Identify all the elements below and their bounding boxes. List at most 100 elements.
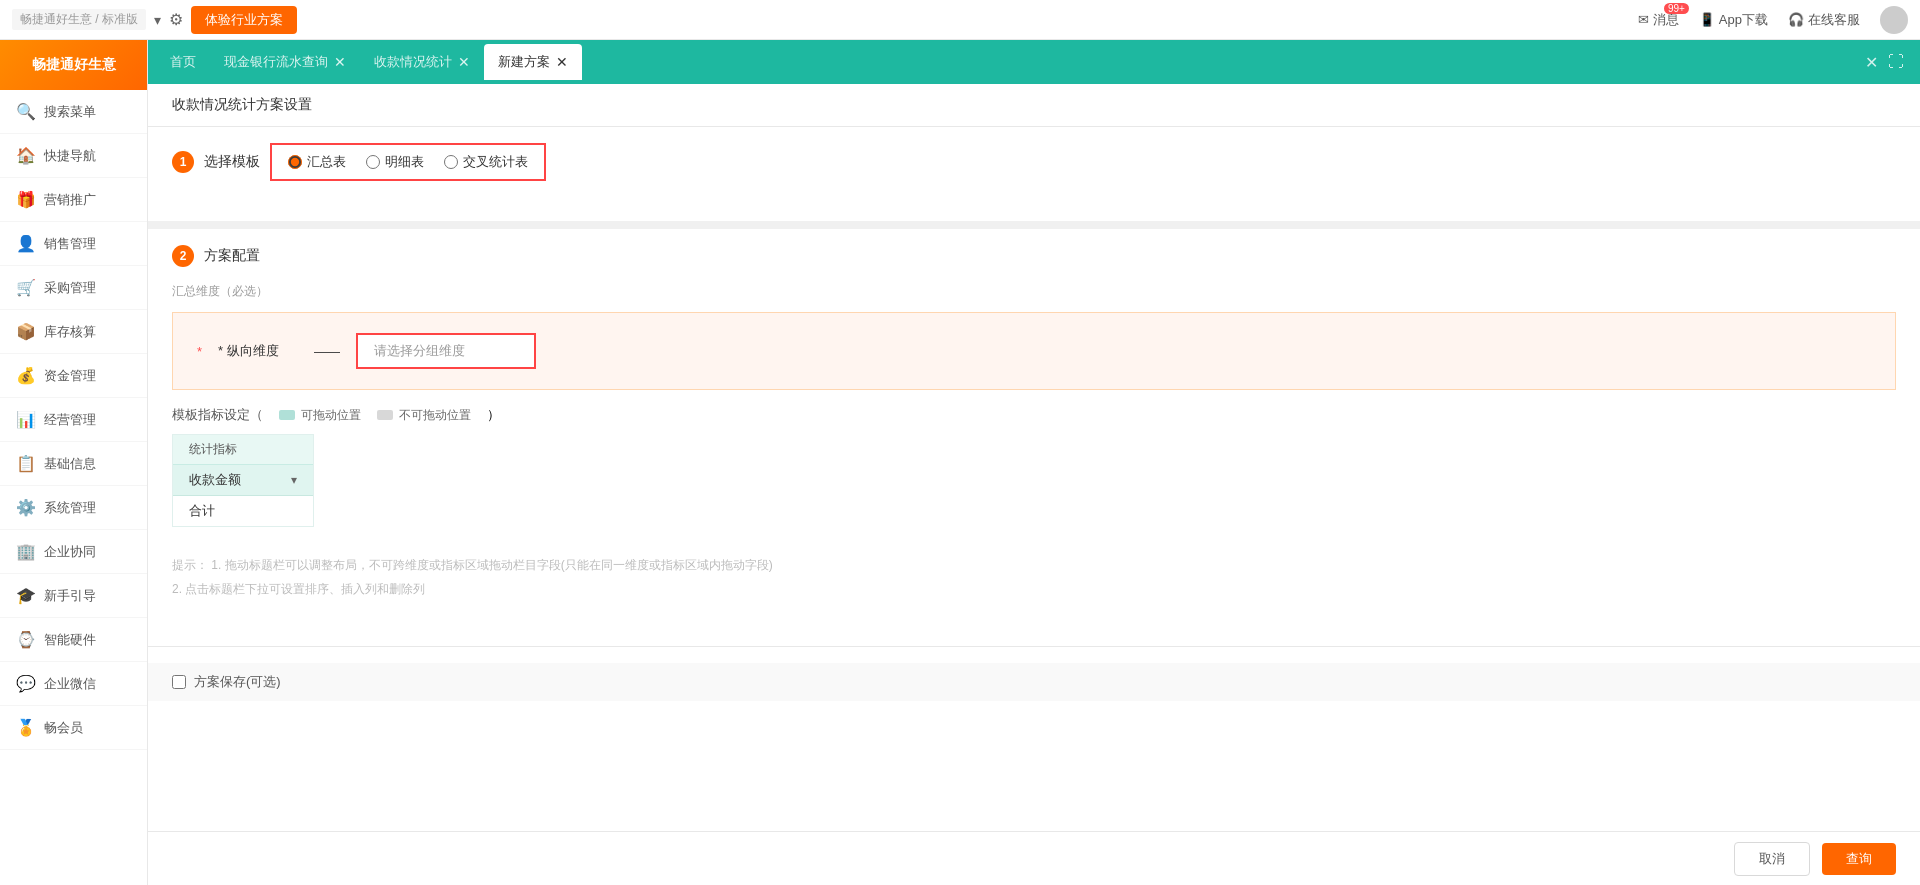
sidebar-item-newbie[interactable]: 🎓 新手引导 — [0, 574, 147, 618]
step2-header: 2 方案配置 — [172, 245, 1896, 267]
header-left: 畅捷通好生意 / 标准版 ▾ ⚙ 体验行业方案 — [12, 6, 1638, 34]
cancel-button[interactable]: 取消 — [1734, 842, 1810, 876]
non-draggable-indicator: 不可拖动位置 — [377, 407, 471, 424]
window-maximize-icon[interactable]: ⛶ — [1888, 53, 1904, 72]
template-radio-group: 汇总表 明细表 交叉统计表 — [270, 143, 546, 181]
sidebar-item-label: 基础信息 — [44, 455, 96, 473]
user-icon: 👤 — [16, 234, 36, 253]
gear-icon: ⚙️ — [16, 498, 36, 517]
radio-summary-input[interactable] — [288, 155, 302, 169]
window-close-icon[interactable]: ✕ — [1865, 53, 1878, 72]
breadcrumb-dropdown-icon[interactable]: ▾ — [154, 12, 161, 28]
column-header-row[interactable]: 收款金额 ▾ — [173, 465, 313, 496]
sidebar-item-smart-hw[interactable]: ⌚ 智能硬件 — [0, 618, 147, 662]
trial-button[interactable]: 体验行业方案 — [191, 6, 297, 34]
sidebar-item-finance[interactable]: 💰 资金管理 — [0, 354, 147, 398]
stats-label: 统计指标 — [173, 435, 313, 465]
sidebar-item-member[interactable]: 🏅 畅会员 — [0, 706, 147, 750]
sidebar-item-operations[interactable]: 📊 经营管理 — [0, 398, 147, 442]
download-btn[interactable]: 📱 App下载 — [1699, 11, 1768, 29]
chart-icon: 📊 — [16, 410, 36, 429]
tab-cashflow-close[interactable]: ✕ — [334, 55, 346, 69]
query-button[interactable]: 查询 — [1822, 843, 1896, 875]
sidebar-item-label: 采购管理 — [44, 279, 96, 297]
sidebar-item-enterprise[interactable]: 🏢 企业协同 — [0, 530, 147, 574]
dimension-group-title: 汇总维度（必选） — [172, 283, 1896, 300]
sidebar-item-purchase[interactable]: 🛒 采购管理 — [0, 266, 147, 310]
step1-section: 1 选择模板 汇总表 明细表 — [148, 127, 1920, 213]
tab-new-plan[interactable]: 新建方案 ✕ — [484, 44, 582, 80]
chat-icon: 💬 — [16, 674, 36, 693]
window-controls: ✕ ⛶ — [1865, 53, 1912, 72]
gift-icon: 🎁 — [16, 190, 36, 209]
tab-new-plan-close[interactable]: ✕ — [556, 55, 568, 69]
dimension-area: * * 纵向维度 —— 请选择分组维度 — [172, 312, 1896, 390]
sidebar: 畅捷通好生意 🔍 搜索菜单 🏠 快捷导航 🎁 营销推广 👤 销售管理 🛒 采购管… — [0, 40, 148, 885]
sidebar-item-inventory[interactable]: 📦 库存核算 — [0, 310, 147, 354]
sidebar-item-label: 库存核算 — [44, 323, 96, 341]
sidebar-item-label: 资金管理 — [44, 367, 96, 385]
service-btn[interactable]: 🎧 在线客服 — [1788, 11, 1860, 29]
sidebar-item-basic-info[interactable]: 📋 基础信息 — [0, 442, 147, 486]
tab-receipts[interactable]: 收款情况统计 ✕ — [360, 44, 484, 80]
metrics-header-row: 模板指标设定（ 可拖动位置 不可拖动位置 ） — [172, 406, 1896, 424]
metrics-table: 统计指标 收款金额 ▾ 合计 — [172, 434, 314, 527]
sidebar-item-label: 畅会员 — [44, 719, 83, 737]
sidebar-item-quick-nav[interactable]: 🏠 快捷导航 — [0, 134, 147, 178]
header-right: ✉ 消息 99+ 📱 App下载 🎧 在线客服 — [1638, 6, 1908, 34]
dimension-name-label: * 纵向维度 — [218, 342, 298, 360]
sidebar-item-label: 新手引导 — [44, 587, 96, 605]
tab-receipts-close[interactable]: ✕ — [458, 55, 470, 69]
settings-icon[interactable]: ⚙ — [169, 10, 183, 29]
service-icon: 🎧 — [1788, 12, 1804, 27]
step2-badge: 2 — [172, 245, 194, 267]
sidebar-item-system[interactable]: ⚙️ 系统管理 — [0, 486, 147, 530]
page-title: 收款情况统计方案设置 — [148, 84, 1920, 127]
save-checkbox[interactable] — [172, 675, 186, 689]
page-content: 收款情况统计方案设置 1 选择模板 汇总表 — [148, 84, 1920, 831]
dimension-arrow: —— — [314, 344, 340, 359]
tab-cashflow[interactable]: 现金银行流水查询 ✕ — [210, 44, 360, 80]
radio-detail-input[interactable] — [366, 155, 380, 169]
sidebar-item-sales[interactable]: 👤 销售管理 — [0, 222, 147, 266]
save-label: 方案保存(可选) — [194, 673, 281, 691]
radio-detail-label: 明细表 — [385, 153, 424, 171]
metrics-title: 模板指标设定（ — [172, 406, 263, 424]
radio-crosstab[interactable]: 交叉统计表 — [444, 153, 528, 171]
download-icon: 📱 — [1699, 12, 1715, 27]
sidebar-item-label: 营销推广 — [44, 191, 96, 209]
content-area: 首页 现金银行流水查询 ✕ 收款情况统计 ✕ 新建方案 ✕ ✕ ⛶ — [148, 40, 1920, 885]
sidebar-item-wechat[interactable]: 💬 企业微信 — [0, 662, 147, 706]
user-menu[interactable] — [1880, 6, 1908, 34]
download-label: App下载 — [1719, 11, 1768, 29]
radio-summary[interactable]: 汇总表 — [288, 153, 346, 171]
search-icon: 🔍 — [16, 102, 36, 121]
save-option-row: 方案保存(可选) — [148, 663, 1920, 701]
column-header-text: 收款金额 — [189, 471, 241, 489]
radio-crosstab-input[interactable] — [444, 155, 458, 169]
step2-section: 2 方案配置 汇总维度（必选） * * 纵向维度 —— 请选择分组 — [148, 229, 1920, 630]
tab-bar: 首页 现金银行流水查询 ✕ 收款情况统计 ✕ 新建方案 ✕ ✕ ⛶ — [148, 40, 1920, 84]
building-icon: 🏢 — [16, 542, 36, 561]
tab-home[interactable]: 首页 — [156, 44, 210, 80]
bottom-divider — [148, 646, 1920, 647]
non-draggable-dot — [377, 410, 393, 420]
notifications-btn[interactable]: ✉ 消息 99+ — [1638, 11, 1679, 29]
breadcrumb: 畅捷通好生意 / 标准版 — [12, 9, 146, 30]
dimension-select[interactable]: 请选择分组维度 — [356, 333, 536, 369]
grad-icon: 🎓 — [16, 586, 36, 605]
radio-summary-label: 汇总表 — [307, 153, 346, 171]
column-dropdown-icon[interactable]: ▾ — [291, 473, 297, 487]
medal-icon: 🏅 — [16, 718, 36, 737]
cart-icon: 🛒 — [16, 278, 36, 297]
notifications-badge: 99+ — [1664, 3, 1689, 14]
step2-title: 方案配置 — [204, 247, 260, 265]
tab-cashflow-label: 现金银行流水查询 — [224, 53, 328, 71]
sidebar-item-marketing[interactable]: 🎁 营销推广 — [0, 178, 147, 222]
home-icon: 🏠 — [16, 146, 36, 165]
radio-detail[interactable]: 明细表 — [366, 153, 424, 171]
dimension-row: * * 纵向维度 —— 请选择分组维度 — [197, 333, 1871, 369]
tip1: 提示： 1. 拖动标题栏可以调整布局，不可跨维度或指标区域拖动栏目字段(只能在同… — [172, 555, 1896, 577]
sidebar-item-search[interactable]: 🔍 搜索菜单 — [0, 90, 147, 134]
radio-crosstab-label: 交叉统计表 — [463, 153, 528, 171]
